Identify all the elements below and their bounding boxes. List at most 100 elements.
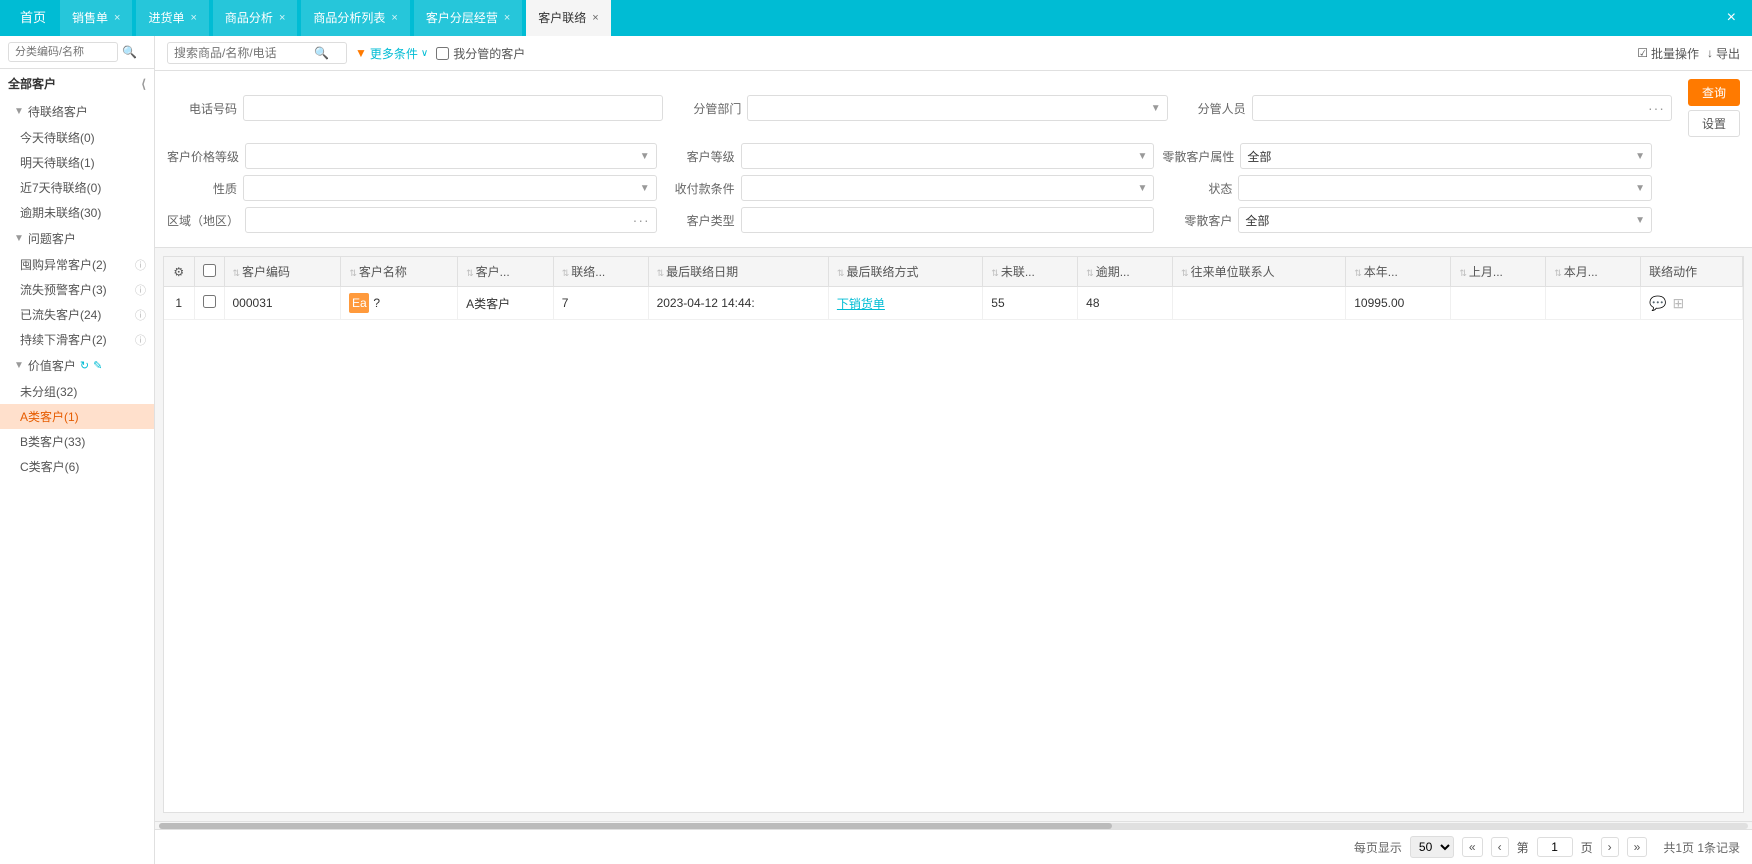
my-customers-checkbox[interactable]: 我分管的客户 [436,45,525,62]
status-select[interactable]: ▼ [1238,175,1652,201]
help-icon-3[interactable]: ⓘ [135,307,146,323]
th-last-month: ⇅上月... [1451,257,1546,287]
region-input[interactable]: ··· [245,207,657,233]
filter-payment: 收付款条件 ▼ [665,175,1155,201]
dept-select[interactable]: ▼ [747,95,1167,121]
sidebar-search-input[interactable] [8,42,118,62]
filter-search-icon[interactable]: 🔍 [314,46,329,60]
help-icon-2[interactable]: ⓘ [135,282,146,298]
th-contact-person: ⇅往来单位联系人 [1173,257,1346,287]
sidebar-item-7days-pending[interactable]: 近7天待联络(0) [0,175,154,200]
help-icon-4[interactable]: ⓘ [135,332,146,348]
sidebar-item-tomorrow-pending[interactable]: 明天待联络(1) [0,150,154,175]
next-page-button[interactable]: › [1601,837,1619,857]
last-contact-method-cell[interactable]: 下销货单 [828,287,982,320]
nature-select[interactable]: ▼ [243,175,657,201]
tab-customer-segment[interactable]: 客户分层经营 × [414,0,522,36]
filter-row-4: 区域（地区） ··· 客户类型 零散客户 全部▼ [167,207,1740,233]
price-grade-select[interactable]: ▼ [245,143,657,169]
sidebar-group-problem-customers[interactable]: ▼ 问题客户 [0,225,154,252]
payment-label: 收付款条件 [665,180,735,197]
query-button[interactable]: 查询 [1688,79,1740,106]
tab-product-analysis[interactable]: 商品分析 × [213,0,297,36]
scroll-track [159,823,1748,829]
contact-method-link[interactable]: 下销货单 [837,297,885,311]
th-action: 联络动作 [1641,257,1743,287]
sidebar-item-overdue-no-contact[interactable]: 逾期未联络(30) [0,200,154,225]
tab-sales-order[interactable]: 销售单 × [60,0,132,36]
sidebar-item-churn-warning[interactable]: 流失预警客户(3) ⓘ [0,277,154,302]
last-month-cell [1451,287,1546,320]
page-label: 第 [1517,839,1529,856]
select-all-checkbox[interactable] [203,264,216,277]
person-input[interactable]: ··· [1252,95,1672,121]
close-customer-segment-icon[interactable]: × [504,0,510,36]
refresh-icon[interactable]: ↻ [80,359,89,372]
sidebar-item-class-a[interactable]: A类客户(1) [0,404,154,429]
message-action-icon[interactable]: 💬 [1649,295,1666,312]
close-sales-order-icon[interactable]: × [114,0,120,36]
sidebar-item-continuous-decline[interactable]: 持续下滑客户(2) ⓘ [0,327,154,352]
batch-operation-button[interactable]: ☑ 批量操作 [1637,45,1699,62]
prev-page-button[interactable]: ‹ [1491,837,1509,857]
row-checkbox[interactable] [203,295,216,308]
tab-sales-order-label: 销售单 [72,0,108,36]
th-check[interactable] [194,257,224,287]
close-product-analysis-list-icon[interactable]: × [391,0,397,36]
tab-customer-segment-label: 客户分层经营 [426,0,498,36]
more-filters-button[interactable]: ▼ 更多条件 ∨ [355,45,428,62]
th-gear[interactable]: ⚙ [164,257,194,287]
home-tab[interactable]: 首页 [8,0,58,36]
sidebar-item-churned[interactable]: 已流失客户(24) ⓘ [0,302,154,327]
export-button[interactable]: ↓ 导出 [1707,45,1740,62]
retail-attr-select[interactable]: 全部▼ [1240,143,1652,169]
tab-purchase-order[interactable]: 进货单 × [136,0,208,36]
filter-nature: 性质 ▼ [167,175,657,201]
filter-region: 区域（地区） ··· [167,207,657,233]
scroll-thumb[interactable] [159,823,1112,829]
tab-customer-contact[interactable]: 客户联络 × [526,0,610,36]
qr-action-icon[interactable]: ⊞ [1673,295,1685,312]
payment-select[interactable]: ▼ [741,175,1155,201]
continuous-decline-label: 持续下滑客户(2) [20,331,133,348]
th-last-contact-date: ⇅最后联络日期 [648,257,828,287]
sidebar-item-today-pending[interactable]: 今天待联络(0) [0,125,154,150]
sidebar-group-pending-contact[interactable]: ▼ 待联络客户 [0,98,154,125]
search-input[interactable] [174,46,314,60]
filter-retail-attr: 零散客户属性 全部▼ [1162,143,1652,169]
first-page-button[interactable]: « [1462,837,1483,857]
sidebar-collapse-icon[interactable]: ⟨ [141,77,146,91]
customer-name-text: ? [373,296,380,310]
close-purchase-order-icon[interactable]: × [190,0,196,36]
settings-button[interactable]: 设置 [1688,110,1740,137]
sidebar-item-class-c[interactable]: C类客户(6) [0,454,154,479]
th-overdue: ⇅逾期... [1078,257,1173,287]
sidebar-all-customers-header[interactable]: 全部客户 ⟨ [0,69,154,98]
phone-input[interactable] [243,95,663,121]
horizontal-scrollbar[interactable] [155,821,1752,829]
per-page-select[interactable]: 50 [1410,836,1454,858]
retail-customer-select[interactable]: 全部▼ [1238,207,1652,233]
sidebar: 🔍 全部客户 ⟨ ▼ 待联络客户 今天待联络(0) 明天待联络(1) 近7天待联… [0,36,155,864]
table-header-row: ⚙ ⇅客户编码 ⇅客户名称 ⇅客户... ⇅联络... ⇅最后联络日期 ⇅最后联… [164,257,1743,287]
check-cell[interactable] [194,287,224,320]
sidebar-group-value-customers[interactable]: ▼ 价值客户 ↻ ✎ [0,352,154,379]
edit-icon[interactable]: ✎ [93,359,102,372]
my-customers-check[interactable] [436,47,449,60]
help-icon-1[interactable]: ⓘ [135,257,146,273]
page-input[interactable] [1537,837,1573,857]
sidebar-item-class-b[interactable]: B类客户(33) [0,429,154,454]
customer-grade-select[interactable]: ▼ [741,143,1155,169]
last-page-button[interactable]: » [1627,837,1648,857]
more-filters-label: 更多条件 [370,45,418,62]
th-last-contact-method: ⇅最后联络方式 [828,257,982,287]
customer-type-input[interactable] [741,207,1155,233]
sidebar-item-hoarding-abnormal[interactable]: 囤购异常客户(2) ⓘ [0,252,154,277]
sidebar-search-icon[interactable]: 🔍 [122,45,137,59]
window-close-button[interactable]: × [1719,9,1744,27]
close-product-analysis-icon[interactable]: × [279,0,285,36]
close-customer-contact-icon[interactable]: × [592,0,598,36]
sidebar-item-ungrouped[interactable]: 未分组(32) [0,379,154,404]
customer-type-label: 客户类型 [665,212,735,229]
tab-product-analysis-list[interactable]: 商品分析列表 × [301,0,409,36]
